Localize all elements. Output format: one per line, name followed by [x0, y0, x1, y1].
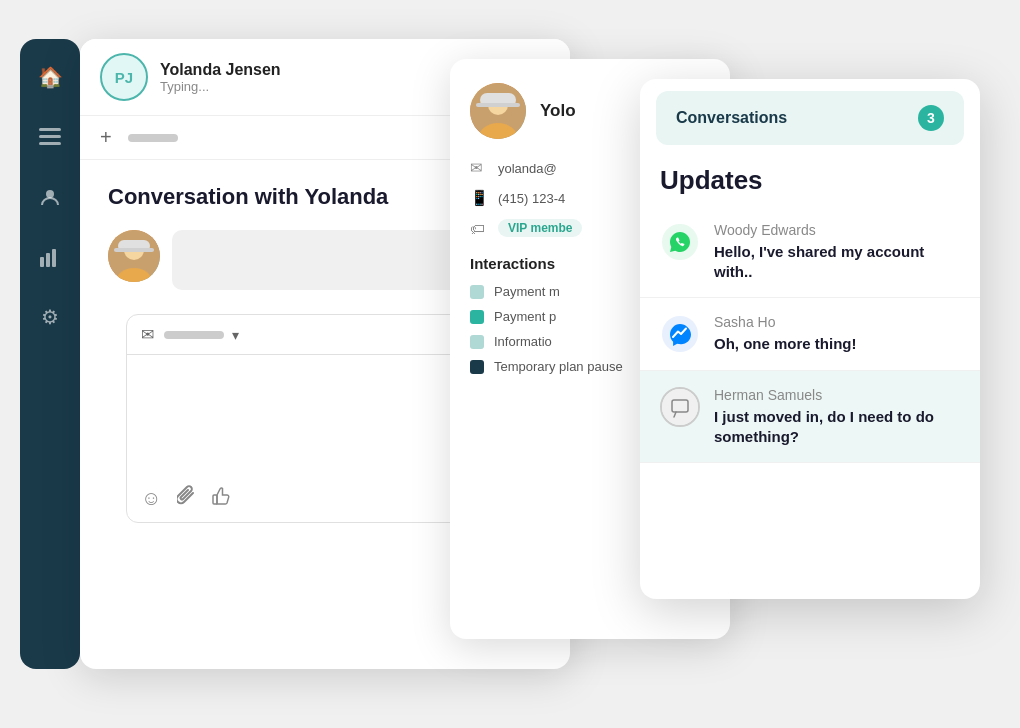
interaction-dot: [470, 285, 484, 299]
update-content-herman: Herman Samuels I just moved in, do I nee…: [714, 387, 960, 446]
interaction-label: Temporary plan pause: [494, 359, 623, 374]
update-item-herman[interactable]: Herman Samuels I just moved in, do I nee…: [640, 371, 980, 463]
messenger-icon: [660, 314, 700, 354]
conversations-count: 3: [918, 105, 944, 131]
svg-rect-5: [46, 253, 50, 267]
user-avatar: [108, 230, 160, 282]
sidebar-item-messages[interactable]: [32, 119, 68, 155]
update-item-sasha[interactable]: Sasha Ho Oh, one more thing!: [640, 298, 980, 371]
update-name: Herman Samuels: [714, 387, 960, 403]
update-name: Sasha Ho: [714, 314, 857, 330]
svg-rect-6: [52, 249, 56, 267]
emoji-button[interactable]: ☺: [141, 487, 161, 510]
interaction-label: Payment p: [494, 309, 556, 324]
sidebar-item-contacts[interactable]: [32, 179, 68, 215]
interaction-dot: [470, 360, 484, 374]
like-button[interactable]: [211, 485, 233, 512]
avatar: PJ: [100, 53, 148, 101]
svg-point-3: [46, 190, 54, 198]
sidebar-item-home[interactable]: 🏠: [32, 59, 68, 95]
chat-icon: [660, 387, 700, 427]
update-message: Hello, I've shared my account with..: [714, 242, 960, 281]
contact-display-name: Yolo: [540, 101, 576, 121]
email-icon: ✉: [470, 159, 488, 177]
vip-badge: VIP membe: [498, 219, 582, 237]
update-content-sasha: Sasha Ho Oh, one more thing!: [714, 314, 857, 354]
conversations-tab[interactable]: Conversations 3: [656, 91, 964, 145]
update-message: I just moved in, do I need to do somethi…: [714, 407, 960, 446]
update-message: Oh, one more thing!: [714, 334, 857, 354]
interaction-label: Informatio: [494, 334, 552, 349]
updates-title: Updates: [640, 145, 980, 206]
contact-avatar: [470, 83, 526, 139]
tab-pill: [128, 134, 178, 142]
svg-rect-11: [114, 248, 154, 252]
sidebar-item-settings[interactable]: ⚙: [32, 299, 68, 335]
phone-icon: 📱: [470, 189, 488, 207]
svg-rect-17: [476, 103, 520, 107]
new-tab-button[interactable]: +: [100, 126, 112, 149]
tag-icon: 🏷: [470, 220, 488, 237]
dropdown-arrow[interactable]: ▾: [232, 327, 239, 343]
svg-point-20: [662, 389, 698, 425]
interaction-label: Payment m: [494, 284, 560, 299]
svg-rect-0: [39, 128, 61, 131]
update-content-woody: Woody Edwards Hello, I've shared my acco…: [714, 222, 960, 281]
contact-email: yolanda@: [498, 161, 557, 176]
attach-button[interactable]: [177, 485, 195, 512]
contact-phone: (415) 123-4: [498, 191, 565, 206]
svg-rect-1: [39, 135, 61, 138]
conversations-label: Conversations: [676, 109, 787, 127]
updates-panel: Conversations 3 Updates Woody Edwards He…: [640, 79, 980, 599]
interaction-dot: [470, 335, 484, 349]
sidebar-item-analytics[interactable]: [32, 239, 68, 275]
whatsapp-icon: [660, 222, 700, 262]
interaction-dot: [470, 310, 484, 324]
channel-select[interactable]: [164, 331, 224, 339]
sidebar: 🏠 ⚙: [20, 39, 80, 669]
email-icon: ✉: [141, 325, 154, 344]
svg-rect-4: [40, 257, 44, 267]
svg-rect-12: [213, 495, 217, 504]
svg-rect-2: [39, 142, 61, 145]
update-item-woody[interactable]: Woody Edwards Hello, I've shared my acco…: [640, 206, 980, 298]
update-name: Woody Edwards: [714, 222, 960, 238]
